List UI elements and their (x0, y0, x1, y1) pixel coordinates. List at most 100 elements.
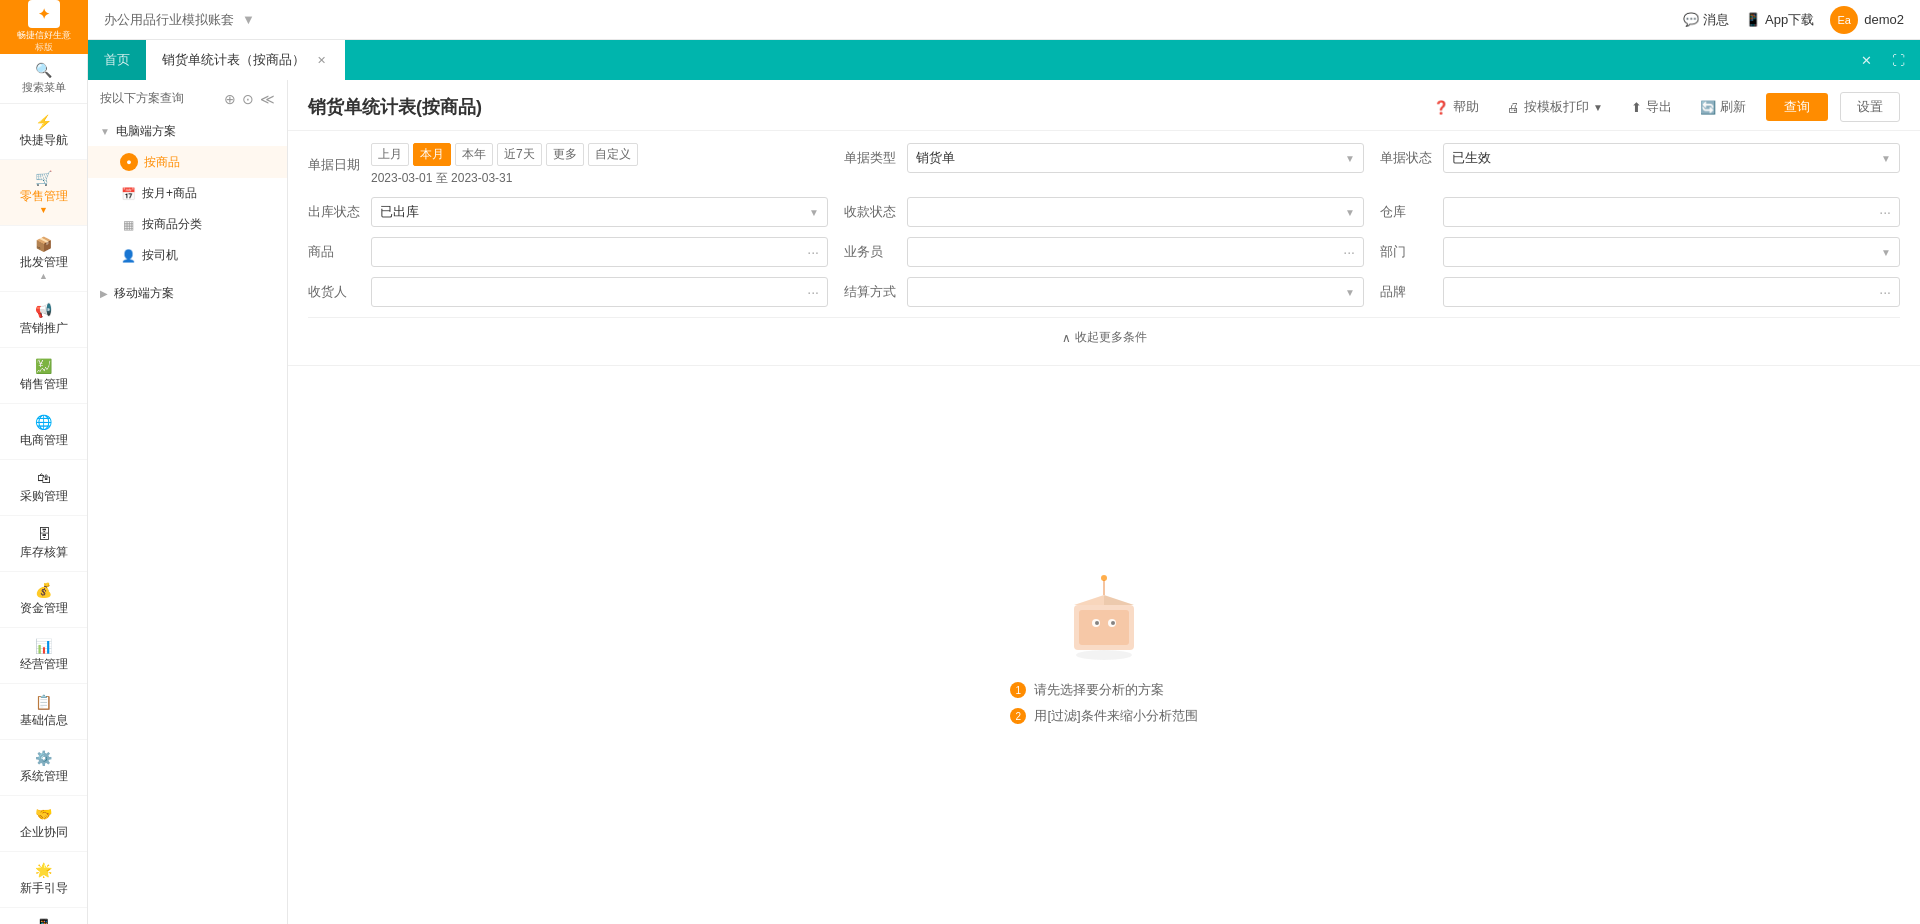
doc-status-label: 单据状态 (1380, 149, 1435, 167)
doc-type-arrow-icon: ▼ (1345, 153, 1355, 164)
scheme-item-by-category[interactable]: ▦ 按商品分类 (88, 209, 287, 240)
doc-status-control[interactable]: 已生效 ▼ (1443, 143, 1900, 173)
template-print-btn[interactable]: 🖨 按模板打印 ▼ (1499, 94, 1611, 120)
sidebar-item-basic[interactable]: 📋 基础信息 (0, 684, 87, 740)
settlement-select[interactable]: ▼ (907, 277, 1364, 307)
payment-select[interactable]: ▼ (907, 197, 1364, 227)
recipient-label: 收货人 (308, 283, 363, 301)
mobile-section-label: 移动端方案 (114, 285, 174, 302)
new-guide-label: 新手引导 (4, 880, 83, 897)
brand-input[interactable]: ··· (1443, 277, 1900, 307)
sidebar-item-retail[interactable]: 🛒 零售管理 ▼ (0, 160, 87, 226)
reset-button[interactable]: 设置 (1840, 92, 1900, 122)
tab-home[interactable]: 首页 (88, 40, 146, 80)
warehouse-input[interactable]: ··· (1443, 197, 1900, 227)
recipient-dots-icon[interactable]: ··· (807, 284, 819, 300)
date-label: 单据日期 (308, 156, 363, 174)
sidebar-item-sales[interactable]: 💹 销售管理 (0, 348, 87, 404)
goods-input[interactable]: ··· (371, 237, 828, 267)
empty-illustration (1054, 565, 1154, 665)
goods-dots-icon[interactable]: ··· (807, 244, 819, 260)
recipient-input[interactable]: ··· (371, 277, 828, 307)
scheme-item-by-goods[interactable]: ● 按商品 (88, 146, 287, 178)
logo-text: 畅捷信好生意 (17, 30, 71, 41)
sidebar-item-operations[interactable]: 📊 经营管理 (0, 628, 87, 684)
filter-area: 单据日期 上月 本月 本年 近7天 更多 自定义 2023-03-01 至 20… (288, 131, 1920, 366)
doc-type-control[interactable]: 销货单 ▼ (907, 143, 1364, 173)
user-menu-btn[interactable]: Ea demo2 (1830, 6, 1904, 34)
pc-section-header[interactable]: ▼ 电脑端方案 (88, 117, 287, 146)
warehouse-dots-icon[interactable]: ··· (1879, 204, 1891, 220)
tab-close-window-btn[interactable]: ✕ (1852, 46, 1880, 74)
collapse-btn[interactable]: ∧ 收起更多条件 (1050, 326, 1159, 349)
doc-status-arrow-icon: ▼ (1881, 153, 1891, 164)
scheme-item-label-2: 按商品分类 (142, 216, 202, 233)
refresh-btn[interactable]: 🔄 刷新 (1692, 94, 1754, 120)
this-month-btn[interactable]: 本月 (413, 143, 451, 166)
scheme-item-by-driver[interactable]: 👤 按司机 (88, 240, 287, 271)
scheme-item-by-month-goods[interactable]: 📅 按月+商品 (88, 178, 287, 209)
empty-tip-1: 1 请先选择要分析的方案 (1010, 681, 1197, 699)
export-label: 导出 (1646, 98, 1672, 116)
custom-btn[interactable]: 自定义 (588, 143, 638, 166)
sidebar-item-system[interactable]: ⚙️ 系统管理 (0, 740, 87, 796)
basic-label: 基础信息 (4, 712, 83, 729)
7days-btn[interactable]: 近7天 (497, 143, 542, 166)
tab-bar-actions: ✕ ⛶ (1852, 46, 1920, 74)
scheme-item-label-1: 按月+商品 (142, 185, 197, 202)
operations-label: 经营管理 (4, 656, 83, 673)
print-icon: 🖨 (1507, 100, 1520, 115)
prev-month-btn[interactable]: 上月 (371, 143, 409, 166)
sidebar-item-inventory[interactable]: 🗄 库存核算 (0, 516, 87, 572)
export-btn[interactable]: ⬆ 导出 (1623, 94, 1680, 120)
sidebar-item-marketing[interactable]: 📢 营销推广 (0, 292, 87, 348)
collapse-scheme-icon[interactable]: ≪ (260, 91, 275, 107)
app-download-btn[interactable]: 📱 App下载 (1745, 11, 1814, 29)
scheme-panel-header: 按以下方案查询 ⊕ ⊙ ≪ (88, 80, 287, 113)
delivery-value: 已出库 (380, 203, 419, 221)
sidebar-item-quick-nav[interactable]: ⚡ 快捷导航 (0, 104, 87, 160)
help-btn[interactable]: ❓ 帮助 (1425, 94, 1487, 120)
sidebar-item-ecommerce[interactable]: 🌐 电商管理 (0, 404, 87, 460)
this-year-btn[interactable]: 本年 (455, 143, 493, 166)
tab-active[interactable]: 销货单统计表（按商品） ✕ (146, 40, 345, 80)
messages-btn[interactable]: 💬 消息 (1683, 11, 1729, 29)
right-content: 销货单统计表(按商品) ❓ 帮助 🖨 按模板打印 ▼ ⬆ 导出 (288, 80, 1920, 924)
mobile-section-header[interactable]: ▶ 移动端方案 (88, 279, 287, 308)
sidebar-item-purchase[interactable]: 🛍 采购管理 (0, 460, 87, 516)
goods-field: 商品 ··· (308, 237, 828, 267)
page-header: 销货单统计表(按商品) ❓ 帮助 🖨 按模板打印 ▼ ⬆ 导出 (288, 80, 1920, 131)
doc-status-select[interactable]: 已生效 ▼ (1443, 143, 1900, 173)
active-scheme-icon: ● (120, 153, 138, 171)
doc-type-select[interactable]: 销货单 ▼ (907, 143, 1364, 173)
avatar: Ea (1830, 6, 1858, 34)
quick-nav-label: 快捷导航 (4, 132, 83, 149)
page-actions: ❓ 帮助 🖨 按模板打印 ▼ ⬆ 导出 🔄 刷新 (1425, 92, 1900, 122)
tip-num-1: 1 (1010, 682, 1026, 698)
sidebar-item-cooperation[interactable]: 🤝 企业协同 (0, 796, 87, 852)
tab-close-btn[interactable]: ✕ (313, 52, 329, 68)
sidebar-search[interactable]: 🔍 搜索菜单 (0, 54, 87, 104)
breadcrumb: 办公用品行业模拟账套 (104, 11, 234, 29)
add-scheme-icon[interactable]: ⊕ (224, 91, 236, 107)
more-btn[interactable]: 更多 (546, 143, 584, 166)
delivery-arrow-icon: ▼ (809, 207, 819, 218)
staff-input[interactable]: ··· (907, 237, 1364, 267)
delivery-select[interactable]: 已出库 ▼ (371, 197, 828, 227)
sidebar-item-app-center[interactable]: 📱 应用中心 (0, 908, 87, 924)
sidebar-item-new-guide[interactable]: 🌟 新手引导 (0, 852, 87, 908)
department-arrow-icon: ▼ (1881, 247, 1891, 258)
goods-label: 商品 (308, 243, 363, 261)
collapse-up-icon: ∧ (1062, 331, 1071, 345)
query-button[interactable]: 查询 (1766, 93, 1828, 121)
sidebar-item-wholesale[interactable]: 📦 批发管理 ▲ (0, 226, 87, 292)
app-logo[interactable]: ✦ 畅捷信好生意 标版 (0, 0, 88, 54)
settings-scheme-icon[interactable]: ⊙ (242, 91, 254, 107)
department-select[interactable]: ▼ (1443, 237, 1900, 267)
staff-dots-icon[interactable]: ··· (1343, 244, 1355, 260)
sidebar-item-finance[interactable]: 💰 资金管理 (0, 572, 87, 628)
brand-dots-icon[interactable]: ··· (1879, 284, 1891, 300)
tab-fullscreen-btn[interactable]: ⛶ (1884, 46, 1912, 74)
retail-label: 零售管理 (4, 188, 83, 205)
svg-point-5 (1111, 621, 1115, 625)
